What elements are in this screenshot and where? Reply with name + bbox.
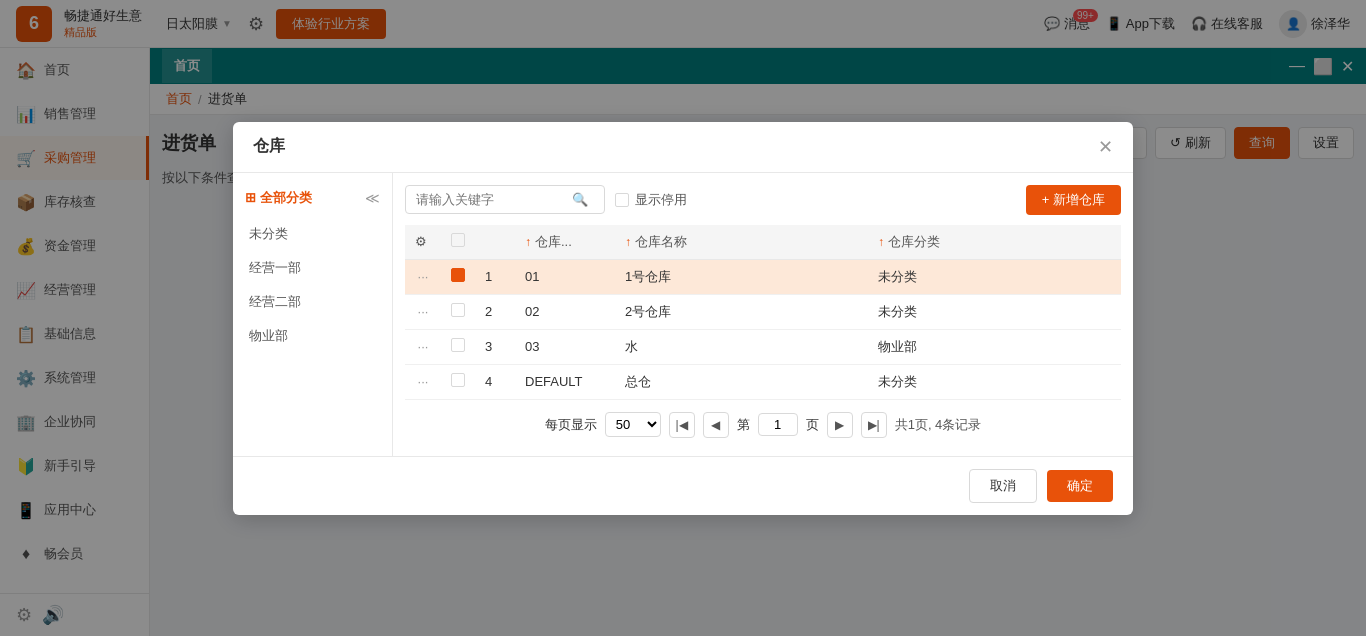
modal-sidebar-item[interactable]: 经营一部 — [233, 251, 392, 285]
modal-sidebar-title: ⊞ 全部分类 — [245, 189, 312, 207]
search-input-wrapper: 🔍 — [405, 185, 605, 214]
th-code[interactable]: ↑仓库... — [515, 225, 615, 260]
modal-close-button[interactable]: ✕ — [1098, 136, 1113, 158]
table-row[interactable]: ··· 2 02 2号仓库 未分类 — [405, 294, 1121, 329]
page-number-input[interactable] — [758, 413, 798, 436]
modal-sidebar-item[interactable]: 经营二部 — [233, 285, 392, 319]
search-icon: 🔍 — [572, 192, 588, 207]
modal-pagination: 每页显示 50 10 20 100 |◀ ◀ 第 页 ▶ ▶| 共1页, 4条记… — [405, 400, 1121, 444]
select-all-checkbox[interactable] — [451, 233, 465, 247]
row-actions[interactable]: ··· — [405, 364, 441, 399]
table-row[interactable]: ··· 4 DEFAULT 总仓 未分类 — [405, 364, 1121, 399]
th-category[interactable]: ↑仓库分类 — [868, 225, 1121, 260]
row-actions[interactable]: ··· — [405, 294, 441, 329]
row-category: 未分类 — [868, 294, 1121, 329]
row-number: 4 — [475, 364, 515, 399]
modal-sidebar: ⊞ 全部分类 ≪ 未分类经营一部经营二部物业部 — [233, 173, 393, 456]
first-page-button[interactable]: |◀ — [669, 412, 695, 438]
show-disabled-checkbox[interactable]: 显示停用 — [615, 191, 687, 209]
modal-sidebar-item[interactable]: 物业部 — [233, 319, 392, 353]
search-input[interactable] — [416, 192, 566, 207]
modal-sidebar-header: ⊞ 全部分类 ≪ — [233, 183, 392, 217]
modal-main-area: 🔍 显示停用 + 新增仓库 ⚙ — [393, 173, 1133, 456]
row-code: 02 — [515, 294, 615, 329]
total-info: 共1页, 4条记录 — [895, 416, 982, 434]
modal-search-bar: 🔍 显示停用 + 新增仓库 — [405, 185, 1121, 215]
row-name: 水 — [615, 329, 868, 364]
row-name: 总仓 — [615, 364, 868, 399]
modal-sidebar-item[interactable]: 未分类 — [233, 217, 392, 251]
row-checkbox[interactable] — [441, 364, 475, 399]
table-header: ⚙ ↑仓库... ↑仓库名称 ↑仓库分类 — [405, 225, 1121, 260]
row-checkbox[interactable] — [441, 294, 475, 329]
warehouse-table: ⚙ ↑仓库... ↑仓库名称 ↑仓库分类 — [405, 225, 1121, 400]
modal-sidebar-items: 未分类经营一部经营二部物业部 — [233, 217, 392, 353]
modal-header: 仓库 ✕ — [233, 122, 1133, 173]
row-checkbox[interactable] — [441, 329, 475, 364]
row-category: 未分类 — [868, 364, 1121, 399]
confirm-button[interactable]: 确定 — [1047, 470, 1113, 502]
th-settings: ⚙ — [405, 225, 441, 260]
row-category: 未分类 — [868, 259, 1121, 294]
row-category: 物业部 — [868, 329, 1121, 364]
disabled-checkbox[interactable] — [615, 193, 629, 207]
row-name: 1号仓库 — [615, 259, 868, 294]
warehouse-modal: 仓库 ✕ ⊞ 全部分类 ≪ 未分类经营一部经营二部物业部 — [233, 122, 1133, 515]
th-number — [475, 225, 515, 260]
sidebar-collapse-icon[interactable]: ≪ — [365, 190, 380, 206]
row-actions[interactable]: ··· — [405, 259, 441, 294]
row-checkbox[interactable] — [441, 259, 475, 294]
prev-page-button[interactable]: ◀ — [703, 412, 729, 438]
row-code: DEFAULT — [515, 364, 615, 399]
warehouse-table-container: ⚙ ↑仓库... ↑仓库名称 ↑仓库分类 — [405, 225, 1121, 400]
add-warehouse-button[interactable]: + 新增仓库 — [1026, 185, 1121, 215]
table-row[interactable]: ··· 3 03 水 物业部 — [405, 329, 1121, 364]
th-name[interactable]: ↑仓库名称 — [615, 225, 868, 260]
next-page-button[interactable]: ▶ — [827, 412, 853, 438]
modal-footer: 取消 确定 — [233, 456, 1133, 515]
table-row[interactable]: ··· 1 01 1号仓库 未分类 — [405, 259, 1121, 294]
row-actions[interactable]: ··· — [405, 329, 441, 364]
th-checkbox — [441, 225, 475, 260]
row-code: 03 — [515, 329, 615, 364]
row-number: 3 — [475, 329, 515, 364]
cancel-button[interactable]: 取消 — [969, 469, 1037, 503]
last-page-button[interactable]: ▶| — [861, 412, 887, 438]
row-number: 2 — [475, 294, 515, 329]
modal-overlay: 仓库 ✕ ⊞ 全部分类 ≪ 未分类经营一部经营二部物业部 — [0, 0, 1366, 636]
row-code: 01 — [515, 259, 615, 294]
modal-title: 仓库 — [253, 136, 285, 157]
page-size-select[interactable]: 50 10 20 100 — [605, 412, 661, 437]
modal-body: ⊞ 全部分类 ≪ 未分类经营一部经营二部物业部 🔍 显 — [233, 173, 1133, 456]
warehouse-table-body: ··· 1 01 1号仓库 未分类 ··· 2 02 2号仓库 未分类 ··· … — [405, 259, 1121, 399]
row-name: 2号仓库 — [615, 294, 868, 329]
row-number: 1 — [475, 259, 515, 294]
